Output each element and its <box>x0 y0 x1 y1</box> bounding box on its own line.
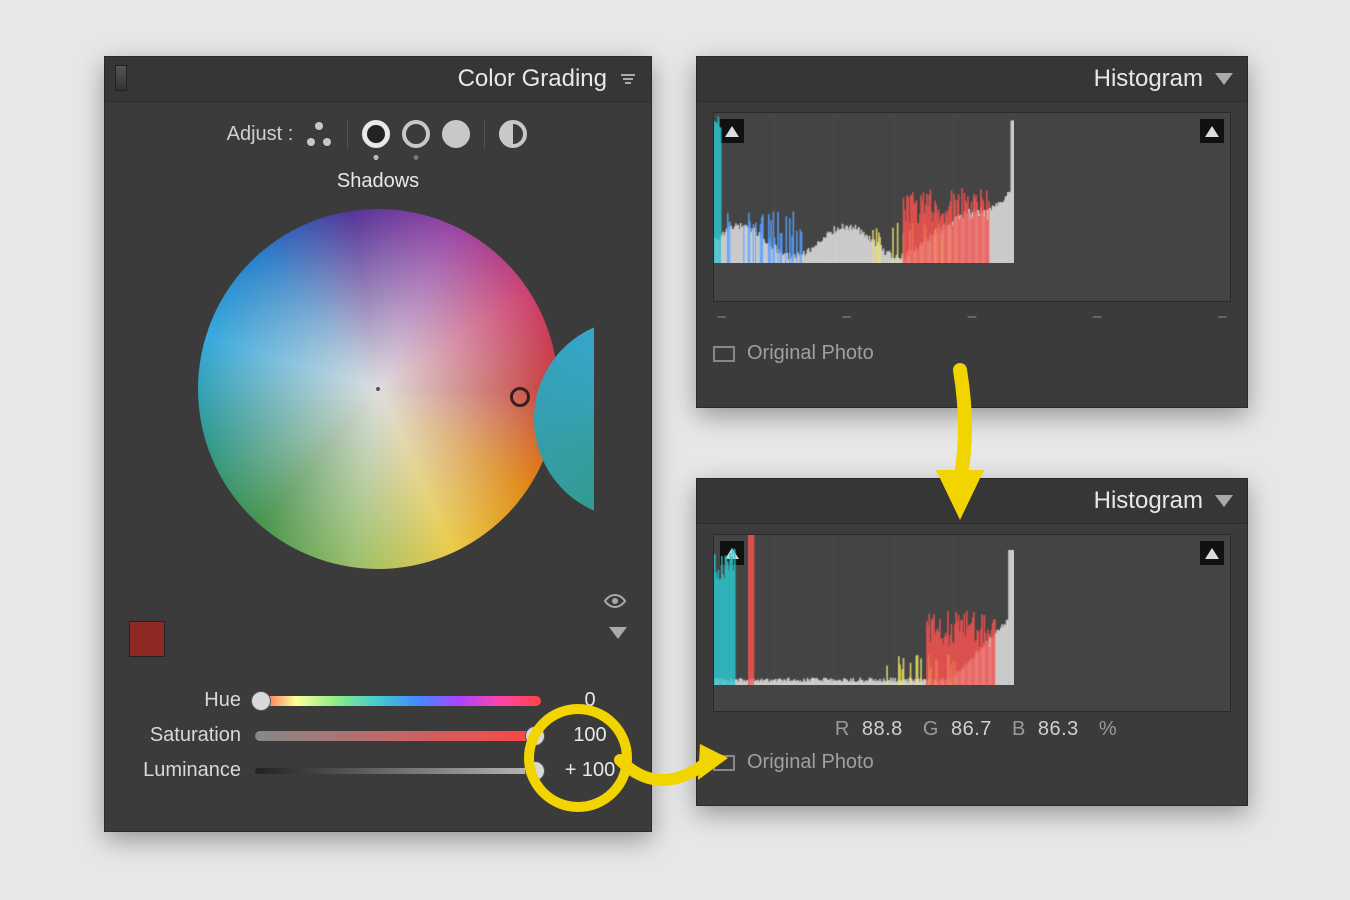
adjust-threeway-button[interactable] <box>303 118 335 150</box>
adjust-mode-row: Adjust : <box>105 102 651 158</box>
luminance-label: Luminance <box>131 759 241 782</box>
panel-title: Histogram <box>1094 65 1203 93</box>
wheel-hue-marker[interactable] <box>510 387 530 407</box>
adjacent-wheel-peek <box>534 319 594 519</box>
color-wheel[interactable] <box>188 199 568 579</box>
histogram-footer-label: Original Photo <box>747 751 874 774</box>
filter-icon[interactable] <box>619 70 637 88</box>
histogram-footer: Original Photo <box>697 741 1247 788</box>
panel-title: Color Grading <box>458 65 607 93</box>
hue-label: Hue <box>131 689 241 712</box>
original-photo-icon[interactable] <box>713 755 735 771</box>
histogram-footer: Original Photo <box>697 332 1247 379</box>
hue-knob[interactable] <box>251 691 271 711</box>
separator <box>484 120 485 148</box>
panel-grip[interactable] <box>115 65 127 91</box>
luminance-knob[interactable] <box>525 761 545 781</box>
collapse-icon[interactable] <box>1215 495 1233 507</box>
hue-slider: Hue 0 <box>131 689 625 712</box>
luminance-slider: Luminance + 100 <box>131 759 625 782</box>
sliders-group: Hue 0 Saturation 100 Luminance + 100 <box>105 677 651 794</box>
panel-header: Histogram <box>697 479 1247 524</box>
original-photo-icon[interactable] <box>713 346 735 362</box>
luminance-track[interactable] <box>255 768 541 774</box>
saturation-value[interactable]: 100 <box>555 724 625 747</box>
luminance-value[interactable]: + 100 <box>555 759 625 782</box>
highlight-clipping-icon[interactable] <box>1200 119 1224 143</box>
highlight-clipping-icon[interactable] <box>1200 541 1224 565</box>
adjust-label: Adjust : <box>227 123 294 146</box>
histogram-canvas <box>714 535 1014 685</box>
histogram-panel-after: Histogram R 88.8 G 86.7 B 86.3 % Origina… <box>696 478 1248 806</box>
collapse-icon[interactable] <box>1215 73 1233 85</box>
adjust-midtones-button[interactable] <box>400 118 432 150</box>
adjust-global-button[interactable] <box>497 118 529 150</box>
saturation-track[interactable] <box>255 731 541 741</box>
saturation-label: Saturation <box>131 724 241 747</box>
section-label: Shadows <box>105 170 651 193</box>
wheel-center-dot <box>376 387 380 391</box>
visibility-icon[interactable] <box>603 589 627 613</box>
hue-value[interactable]: 0 <box>555 689 625 712</box>
histogram-footer-label: Original Photo <box>747 342 874 365</box>
adjust-shadows-button[interactable] <box>360 118 392 150</box>
panel-header: Histogram <box>697 57 1247 102</box>
panel-title: Histogram <box>1094 487 1203 515</box>
histogram-scale: – – – – – <box>713 302 1231 332</box>
hue-track[interactable] <box>255 696 541 706</box>
saturation-knob[interactable] <box>525 726 545 746</box>
histogram-canvas <box>714 113 1014 263</box>
histogram-panel-before: Histogram – – – – – Original Photo <box>696 56 1248 408</box>
separator <box>347 120 348 148</box>
detail-disclosure-icon[interactable] <box>609 627 627 639</box>
color-grading-panel: Color Grading Adjust : Shadows <box>104 56 652 832</box>
histogram-chart[interactable] <box>713 112 1231 302</box>
panel-header: Color Grading <box>105 57 651 102</box>
rgb-readout: R 88.8 G 86.7 B 86.3 % <box>713 712 1231 741</box>
saturation-slider: Saturation 100 <box>131 724 625 747</box>
histogram-chart[interactable] <box>713 534 1231 712</box>
result-swatch[interactable] <box>129 621 165 657</box>
adjust-highlights-button[interactable] <box>440 118 472 150</box>
